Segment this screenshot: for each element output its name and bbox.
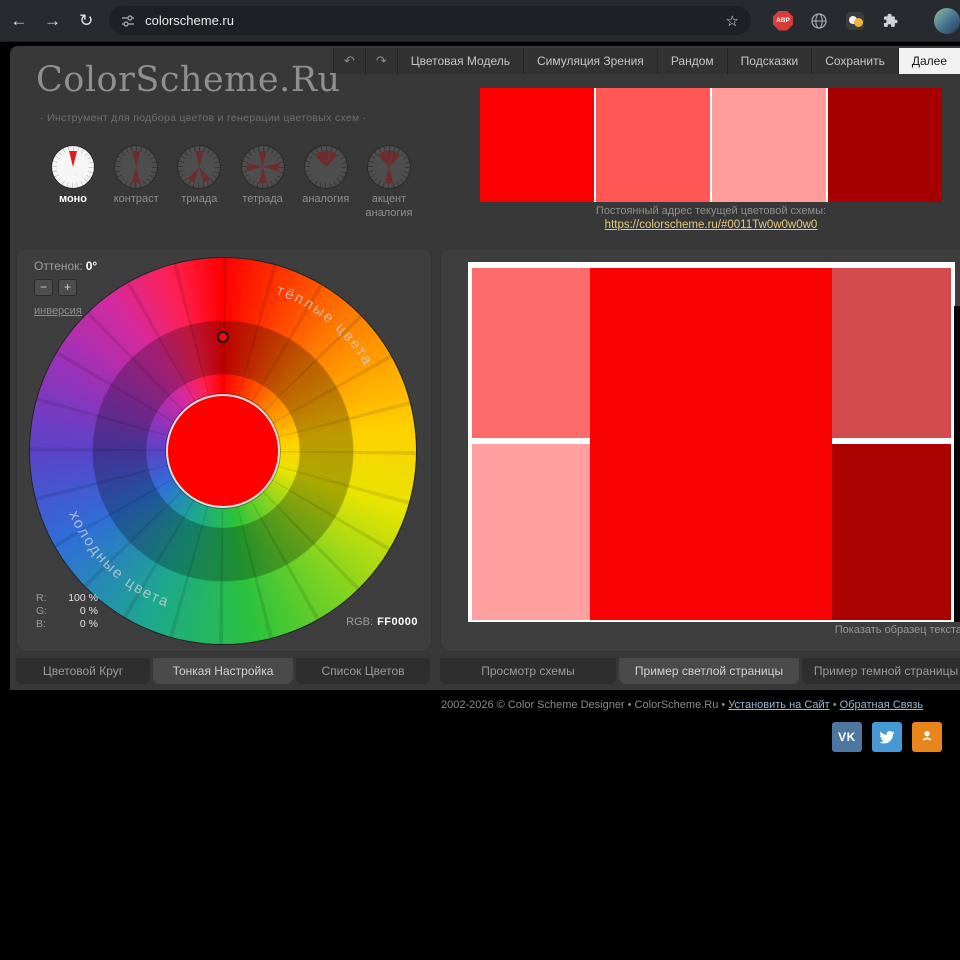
random-button[interactable]: Рандом [656, 48, 727, 74]
warm-colors-label: тёплые цвета [274, 282, 375, 370]
globe-extension-icon[interactable] [810, 12, 828, 30]
install-on-site-link[interactable]: Установить на Сайт [728, 699, 829, 711]
forward-button[interactable]: → [38, 6, 68, 36]
profile-avatar[interactable] [933, 7, 960, 34]
swatch-variant-4[interactable] [828, 88, 942, 202]
vk-button[interactable]: VK [832, 722, 862, 752]
scheme-accent-analogous[interactable]: акцент аналогия [360, 146, 418, 221]
color-extension-icon[interactable] [845, 11, 864, 30]
save-button[interactable]: Сохранить [811, 48, 898, 74]
accent-analogous-dial-icon [367, 146, 410, 188]
address-bar[interactable]: colorscheme.ru ☆ [109, 6, 751, 35]
invert-link[interactable]: инверсия [34, 305, 82, 317]
twitter-bird-icon [879, 731, 895, 744]
copyright-text: 2002-2026 © Color Scheme Designer • Colo… [441, 699, 729, 711]
color-model-button[interactable]: Цветовая Модель [396, 48, 523, 74]
hue-readout: Оттенок: 0° [34, 259, 97, 273]
preview-sidebar-bottom-block [472, 444, 590, 620]
hue-plus-button[interactable]: + [58, 279, 77, 296]
tune-icon[interactable] [121, 14, 135, 28]
ok-person-icon [922, 731, 932, 741]
show-text-sample-link[interactable]: Показать образец текста [835, 624, 960, 636]
color-wheel-panel: Оттенок: 0° − + инверсия тёплые цвета хол… [16, 248, 432, 652]
tab-color-wheel[interactable]: Цветовой Круг [16, 658, 150, 684]
odnoklassniki-button[interactable] [912, 722, 942, 752]
triad-dial-icon [178, 146, 221, 188]
footer: 2002-2026 © Color Scheme Designer • Colo… [441, 699, 924, 711]
scheme-analogous[interactable]: аналогия [297, 146, 355, 221]
feedback-link[interactable]: Обратная Связь [840, 699, 924, 711]
redo-button[interactable]: ↷ [364, 48, 397, 74]
analogous-dial-icon [304, 146, 347, 188]
swatch-primary[interactable] [480, 88, 594, 202]
permalink-url[interactable]: https://colorscheme.ru/#0011Tw0w0w0w0 [605, 219, 818, 231]
top-toolbar: ↶ ↷ Цветовая Модель Симуляция Зрения Ран… [332, 48, 960, 74]
contrast-dial-icon [115, 146, 158, 188]
scheme-type-selector: моно контраст триада тетрада аналогия ак… [44, 146, 418, 221]
preview-sidebar-top-block [472, 268, 590, 438]
hue-label: Оттенок: [34, 259, 83, 273]
scheme-swatch-strip [480, 88, 942, 202]
preview-dark-edge [954, 306, 960, 622]
vision-simulation-button[interactable]: Симуляция Зрения [522, 48, 657, 74]
rgb-readout: R: 100 % G: 0 % B: 0 % [36, 592, 98, 630]
permalink-caption: Постоянный адрес текущей цветовой схемы: [595, 205, 827, 217]
selected-color-circle [166, 394, 280, 508]
back-button[interactable]: ← [4, 6, 34, 36]
swatch-variant-2[interactable] [596, 88, 710, 202]
preview-right-top-block [832, 268, 951, 438]
scheme-contrast[interactable]: контраст [107, 146, 165, 221]
swatch-variant-3[interactable] [712, 88, 826, 202]
tab-color-list[interactable]: Список Цветов [296, 658, 430, 684]
preview-right-bottom-block [832, 444, 951, 620]
tab-fine-tuning[interactable]: Тонкая Настройка [153, 658, 293, 684]
site-logo: ColorScheme.Ru [36, 60, 341, 100]
site-tagline: · Инструмент для подбора цветов и генера… [40, 112, 367, 124]
site-content: ↶ ↷ Цветовая Модель Симуляция Зрения Ран… [10, 46, 960, 690]
light-page-preview [468, 262, 955, 622]
twitter-button[interactable] [872, 722, 902, 752]
color-wheel[interactable]: тёплые цвета холодные цвета [30, 258, 416, 644]
tab-light-page-example[interactable]: Пример светлой страницы [619, 658, 799, 684]
hue-minus-button[interactable]: − [34, 279, 53, 296]
social-buttons: VK [832, 722, 942, 752]
hex-readout: RGB: FF0000 [346, 616, 418, 628]
preview-panel: Показать образец текста [440, 248, 960, 652]
hue-stepper: − + [34, 279, 77, 296]
hue-selector-handle[interactable] [217, 331, 229, 343]
url-text: colorscheme.ru [145, 13, 234, 28]
tetrad-dial-icon [241, 146, 284, 188]
adblock-extension-icon[interactable]: ABP [772, 10, 793, 31]
preview-main-block [590, 268, 832, 620]
reload-button[interactable]: ↻ [71, 6, 101, 36]
mono-dial-icon [52, 146, 94, 188]
scheme-mono[interactable]: моно [44, 146, 102, 221]
browser-chrome: ← → ↻ colorscheme.ru ☆ ABP [0, 0, 960, 42]
wheel-panel-tabs: Цветовой Круг Тонкая Настройка Список Цв… [16, 658, 430, 684]
extensions-puzzle-icon[interactable] [882, 12, 900, 30]
svg-text:тёплые цвета: тёплые цвета [274, 282, 377, 370]
hints-button[interactable]: Подсказки [726, 48, 812, 74]
scheme-triad[interactable]: триада [170, 146, 228, 221]
next-button[interactable]: Далее [897, 48, 960, 74]
tab-scheme-view[interactable]: Просмотр схемы [440, 658, 616, 684]
tab-dark-page-example[interactable]: Пример темной страницы [802, 658, 960, 684]
bookmark-star-icon[interactable]: ☆ [726, 12, 739, 30]
hue-value: 0° [85, 259, 98, 273]
scheme-tetrad[interactable]: тетрада [234, 146, 292, 221]
preview-panel-tabs: Просмотр схемы Пример светлой страницы П… [440, 658, 960, 684]
